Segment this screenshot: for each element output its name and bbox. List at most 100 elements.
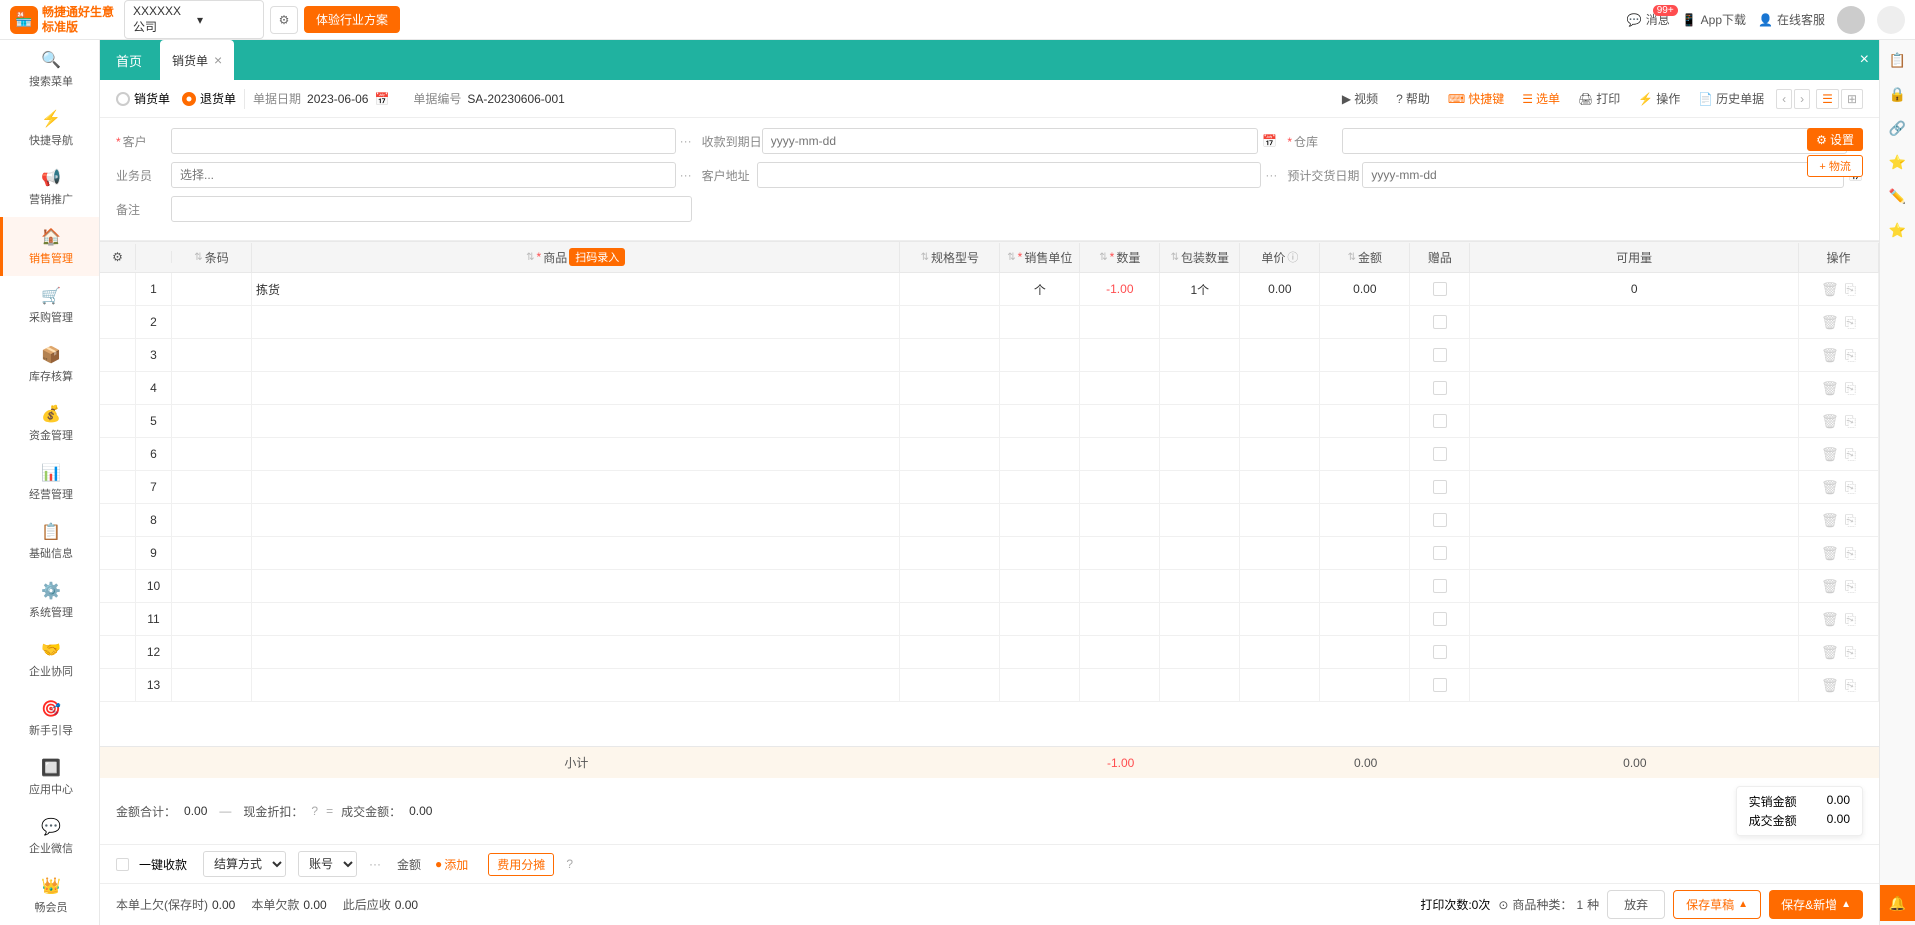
row-product[interactable] bbox=[252, 636, 900, 668]
copy-row-icon[interactable]: ⎘ bbox=[1845, 314, 1856, 331]
right-panel-icon-3[interactable]: 🔗 bbox=[1882, 112, 1914, 144]
expense-split-button[interactable]: 费用分摊 bbox=[488, 853, 554, 876]
copy-row-icon[interactable]: ⎘ bbox=[1845, 479, 1856, 496]
right-panel-icon-orange[interactable]: 🔔 bbox=[1880, 885, 1915, 921]
sidebar-item-quick-nav[interactable]: ⚡ 快捷导航 bbox=[0, 99, 99, 158]
row-gift[interactable] bbox=[1410, 273, 1470, 305]
delete-row-icon[interactable]: 🗑 bbox=[1821, 644, 1839, 661]
row-gift[interactable] bbox=[1410, 669, 1470, 701]
delete-row-icon[interactable]: 🗑 bbox=[1821, 446, 1839, 463]
row-gift[interactable] bbox=[1410, 372, 1470, 404]
row-gift[interactable] bbox=[1410, 306, 1470, 338]
warehouse-input[interactable]: 建材仓 bbox=[1342, 128, 1847, 154]
tab-sales-order[interactable]: 销货单 × bbox=[160, 40, 234, 80]
salesperson-dots-icon[interactable]: ··· bbox=[680, 168, 692, 182]
delete-row-icon[interactable]: 🗑 bbox=[1821, 512, 1839, 529]
sidebar-item-system[interactable]: ⚙️ 系统管理 bbox=[0, 571, 99, 630]
sales-order-radio[interactable]: 销货单 bbox=[116, 90, 170, 107]
qty-sort-icon[interactable]: ⇅ bbox=[1099, 252, 1107, 263]
delete-row-icon[interactable]: 🗑 bbox=[1821, 413, 1839, 430]
sidebar-item-marketing[interactable]: 📢 营销推广 bbox=[0, 158, 99, 217]
sidebar-item-inventory[interactable]: 📦 库存核算 bbox=[0, 335, 99, 394]
message-button[interactable]: 💬 消息 99+ bbox=[1627, 11, 1670, 28]
expected-delivery-input[interactable] bbox=[1362, 162, 1844, 188]
arrear-help-icon[interactable]: 本单欠款 bbox=[251, 896, 299, 913]
copy-row-icon[interactable]: ⎘ bbox=[1845, 446, 1856, 463]
delete-row-icon[interactable]: 🗑 bbox=[1821, 314, 1839, 331]
sidebar-item-management[interactable]: 📊 经营管理 bbox=[0, 453, 99, 512]
customer-dots-icon[interactable]: ··· bbox=[680, 134, 692, 148]
row-product[interactable] bbox=[252, 669, 900, 701]
operate-button[interactable]: ⚡ 操作 bbox=[1632, 88, 1686, 109]
avatar[interactable] bbox=[1837, 6, 1865, 34]
row-product[interactable] bbox=[252, 306, 900, 338]
print-button[interactable]: 🖨 打印 bbox=[1572, 88, 1626, 109]
right-panel-icon-6[interactable]: ⭐ bbox=[1882, 214, 1914, 246]
copy-row-icon[interactable]: ⎘ bbox=[1845, 512, 1856, 529]
delete-row-icon[interactable]: 🗑 bbox=[1821, 281, 1839, 298]
video-button[interactable]: ▶ 视频 bbox=[1336, 88, 1384, 109]
product-sort-icon[interactable]: ⇅ bbox=[526, 252, 534, 263]
due-date-input[interactable] bbox=[762, 128, 1259, 154]
copy-row-icon[interactable]: ⎘ bbox=[1845, 545, 1856, 562]
delete-row-icon[interactable]: 🗑 bbox=[1821, 578, 1839, 595]
copy-row-icon[interactable]: ⎘ bbox=[1845, 578, 1856, 595]
sidebar-item-guide[interactable]: 🎯 新手引导 bbox=[0, 689, 99, 748]
tab-home[interactable]: 首页 bbox=[100, 40, 158, 80]
abandon-button[interactable]: 放弃 bbox=[1607, 890, 1665, 919]
row-product[interactable] bbox=[252, 570, 900, 602]
sidebar-item-enterprise[interactable]: 🤝 企业协同 bbox=[0, 630, 99, 689]
shortcut-button[interactable]: ⌨ 快捷键 bbox=[1442, 88, 1510, 109]
list-view-icon[interactable]: ☰ bbox=[1816, 89, 1839, 109]
sidebar-item-weixin[interactable]: 💬 企业微信 bbox=[0, 807, 99, 866]
spec-sort-icon[interactable]: ⇅ bbox=[921, 252, 929, 263]
discount-help-icon[interactable]: ? bbox=[311, 804, 318, 818]
right-panel-icon-4[interactable]: ⭐ bbox=[1882, 146, 1914, 178]
right-panel-icon-2[interactable]: 🔒 bbox=[1882, 78, 1914, 110]
col-settings[interactable]: ⚙ bbox=[100, 244, 136, 270]
tab-bar-close-icon[interactable]: × bbox=[1860, 51, 1869, 69]
delete-row-icon[interactable]: 🗑 bbox=[1821, 677, 1839, 694]
unit-sort-icon[interactable]: ⇅ bbox=[1007, 252, 1015, 263]
experience-button[interactable]: 体验行业方案 bbox=[304, 6, 400, 33]
row-product[interactable] bbox=[252, 438, 900, 470]
settlement-method-select[interactable]: 结算方式 bbox=[203, 851, 286, 877]
row-gift[interactable] bbox=[1410, 603, 1470, 635]
pkg-sort-icon[interactable]: ⇅ bbox=[1171, 252, 1179, 263]
company-selector[interactable]: XXXXXX公司 ▾ bbox=[124, 0, 264, 39]
row-gift[interactable] bbox=[1410, 636, 1470, 668]
payment-help-icon[interactable]: ? bbox=[566, 857, 573, 871]
sidebar-item-finance[interactable]: 💰 资金管理 bbox=[0, 394, 99, 453]
row-gift[interactable] bbox=[1410, 537, 1470, 569]
delete-row-icon[interactable]: 🗑 bbox=[1821, 347, 1839, 364]
grid-view-icon[interactable]: ⊞ bbox=[1841, 89, 1863, 109]
row-product[interactable] bbox=[252, 603, 900, 635]
copy-row-icon[interactable]: ⎘ bbox=[1845, 677, 1856, 694]
select-button[interactable]: ☰ 选单 bbox=[1516, 88, 1566, 109]
copy-row-icon[interactable]: ⎘ bbox=[1845, 644, 1856, 661]
barcode-sort-icon[interactable]: ⇅ bbox=[194, 252, 202, 263]
customer-address-dots-icon[interactable]: ··· bbox=[1265, 168, 1277, 182]
help-button[interactable]: ? 帮助 bbox=[1390, 88, 1436, 109]
setup-button[interactable]: ⚙ 设置 bbox=[1807, 128, 1863, 151]
row-gift[interactable] bbox=[1410, 405, 1470, 437]
settings-icon[interactable]: ⚙ bbox=[270, 6, 298, 34]
right-panel-icon-5[interactable]: ✏️ bbox=[1882, 180, 1914, 212]
right-panel-icon-1[interactable]: 📋 bbox=[1882, 44, 1914, 76]
row-product[interactable] bbox=[252, 405, 900, 437]
next-arrow-icon[interactable]: › bbox=[1794, 89, 1810, 109]
save-new-button[interactable]: 保存&新增 ▲ bbox=[1769, 890, 1863, 919]
row-product[interactable]: 拣货 bbox=[252, 273, 900, 305]
row-qty[interactable]: -1.00 bbox=[1080, 273, 1160, 305]
app-download-button[interactable]: 📱 App下载 bbox=[1682, 11, 1746, 28]
delete-row-icon[interactable]: 🗑 bbox=[1821, 479, 1839, 496]
sidebar-item-member[interactable]: 👑 畅会员 bbox=[0, 866, 99, 925]
row-product[interactable] bbox=[252, 339, 900, 371]
copy-row-icon[interactable]: ⎘ bbox=[1845, 281, 1856, 298]
customer-input[interactable] bbox=[171, 128, 676, 154]
product-kind-radio-icon[interactable]: ⊙ bbox=[1498, 898, 1508, 912]
sidebar-item-purchase[interactable]: 🛒 采购管理 bbox=[0, 276, 99, 335]
add-payment-button[interactable]: ● 添加 bbox=[435, 856, 468, 873]
row-gift[interactable] bbox=[1410, 339, 1470, 371]
prev-arrow-icon[interactable]: ‹ bbox=[1776, 89, 1792, 109]
